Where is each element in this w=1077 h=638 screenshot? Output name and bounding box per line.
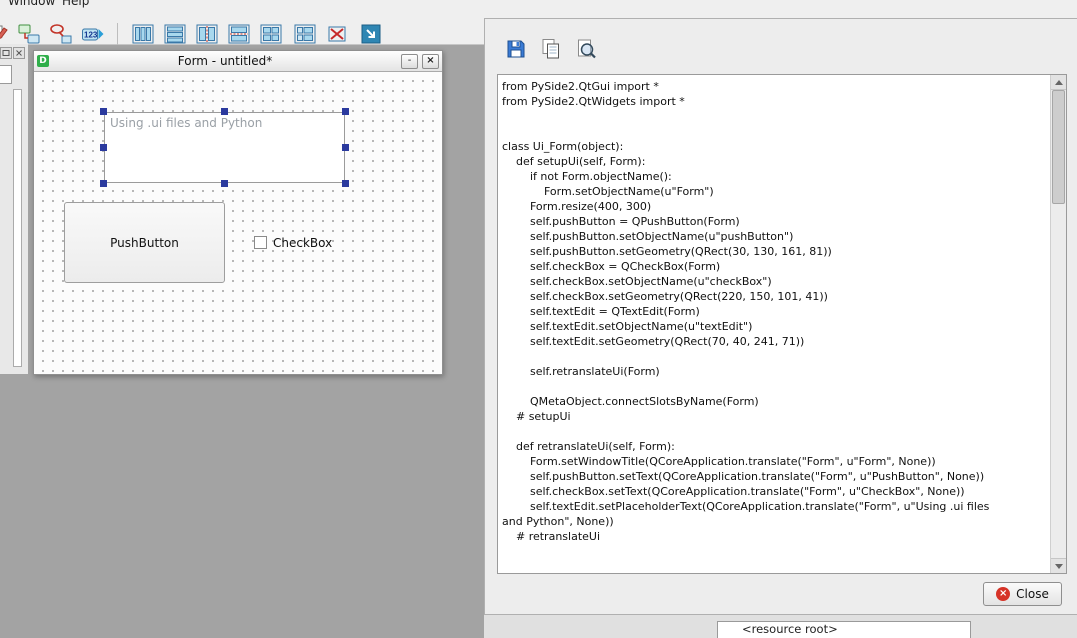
selection-handle-middle-right[interactable] — [342, 144, 349, 151]
pushbutton-widget[interactable]: PushButton — [64, 202, 225, 283]
tab-order-digits: 123 — [84, 31, 98, 40]
left-dock-panel — [0, 44, 28, 374]
arrow-down-icon — [1055, 564, 1063, 569]
close-button-label: Close — [1016, 587, 1049, 601]
code-text[interactable]: from PySide2.QtGui import * from PySide2… — [498, 75, 1050, 573]
edit-signals-slots-icon — [17, 22, 41, 46]
menu-window[interactable]: Window — [8, 0, 55, 8]
selection-handle-bottom-middle[interactable] — [221, 180, 228, 187]
toolbar-separator — [117, 23, 118, 45]
resource-root-item[interactable]: <resource root> — [718, 622, 970, 637]
dock-float-button[interactable] — [0, 47, 12, 59]
layout-horizontal-splitter-button[interactable] — [194, 21, 220, 47]
edit-widgets-icon — [0, 22, 9, 46]
layout-grid-button[interactable] — [258, 21, 284, 47]
selection-handle-top-right[interactable] — [342, 108, 349, 115]
code-view[interactable]: from PySide2.QtGui import * from PySide2… — [497, 74, 1067, 574]
edit-tab-order-button[interactable]: 123 — [80, 21, 106, 47]
layout-horizontal-button[interactable] — [130, 21, 156, 47]
bottom-panel: <resource root> — [484, 615, 1077, 638]
form-window-icon: D — [37, 55, 49, 67]
scroll-up-button[interactable] — [1051, 75, 1066, 90]
arrow-up-icon — [1055, 80, 1063, 85]
edit-buddies-icon — [49, 22, 73, 46]
edit-buddies-button[interactable] — [48, 21, 74, 47]
break-layout-icon — [325, 22, 349, 46]
dock-close-icon — [15, 49, 23, 57]
form-canvas[interactable]: Using .ui files and Python PushButton Ch… — [34, 72, 442, 374]
layout-horizontal-icon — [131, 22, 155, 46]
selection-handle-bottom-left[interactable] — [100, 180, 107, 187]
form-close-button[interactable]: × — [422, 54, 439, 69]
scrollbar-thumb[interactable] — [1052, 90, 1065, 204]
checkbox-label: CheckBox — [273, 236, 332, 250]
form-minimize-button[interactable]: - — [401, 54, 418, 69]
selection-handle-middle-left[interactable] — [100, 144, 107, 151]
edit-tab-order-icon: 123 — [81, 22, 105, 46]
copy-icon — [539, 37, 563, 61]
form-window-title: Form - untitled* — [53, 54, 397, 68]
checkbox-widget[interactable]: CheckBox — [254, 222, 355, 263]
adjust-size-icon — [359, 22, 383, 46]
menu-help[interactable]: Help — [62, 0, 89, 8]
widgetbox-panel-edge — [13, 89, 22, 367]
vertical-scrollbar[interactable] — [1050, 75, 1066, 573]
checkbox-indicator[interactable] — [254, 236, 267, 249]
textedit-placeholder: Using .ui files and Python — [105, 113, 344, 133]
layout-vertical-splitter-button[interactable] — [226, 21, 252, 47]
selection-handle-top-middle[interactable] — [221, 108, 228, 115]
widgetbox-filter-edge[interactable] — [0, 65, 12, 84]
code-dialog-toolbar — [503, 36, 599, 62]
resource-browser-panel: <resource root> — [717, 621, 971, 638]
dock-close-button[interactable] — [13, 47, 25, 59]
close-x-glyph: × — [999, 589, 1007, 599]
save-icon — [504, 37, 528, 61]
layout-horizontal-splitter-icon — [195, 22, 219, 46]
textedit-widget[interactable]: Using .ui files and Python — [104, 112, 345, 183]
selection-handle-top-left[interactable] — [100, 108, 107, 115]
layout-vertical-button[interactable] — [162, 21, 188, 47]
find-icon — [574, 37, 598, 61]
scroll-down-button[interactable] — [1051, 558, 1066, 573]
layout-vertical-splitter-icon — [227, 22, 251, 46]
code-preview-dialog: from PySide2.QtGui import * from PySide2… — [484, 18, 1077, 615]
form-designer-window: D Form - untitled* - × Using .ui files a… — [33, 50, 443, 375]
red-close-circle-icon: × — [996, 587, 1010, 601]
find-button[interactable] — [573, 36, 599, 62]
adjust-size-button[interactable] — [358, 21, 384, 47]
selection-handle-bottom-right[interactable] — [342, 180, 349, 187]
break-layout-button[interactable] — [324, 21, 350, 47]
dialog-close-button[interactable]: × Close — [983, 582, 1062, 606]
save-button[interactable] — [503, 36, 529, 62]
menubar: Window Help — [0, 0, 1077, 8]
layout-vertical-icon — [163, 22, 187, 46]
layout-form-button[interactable] — [292, 21, 318, 47]
layout-grid-icon — [259, 22, 283, 46]
dock-float-icon — [2, 49, 10, 57]
layout-form-icon — [293, 22, 317, 46]
form-window-titlebar[interactable]: D Form - untitled* - × — [34, 51, 442, 72]
copy-button[interactable] — [538, 36, 564, 62]
